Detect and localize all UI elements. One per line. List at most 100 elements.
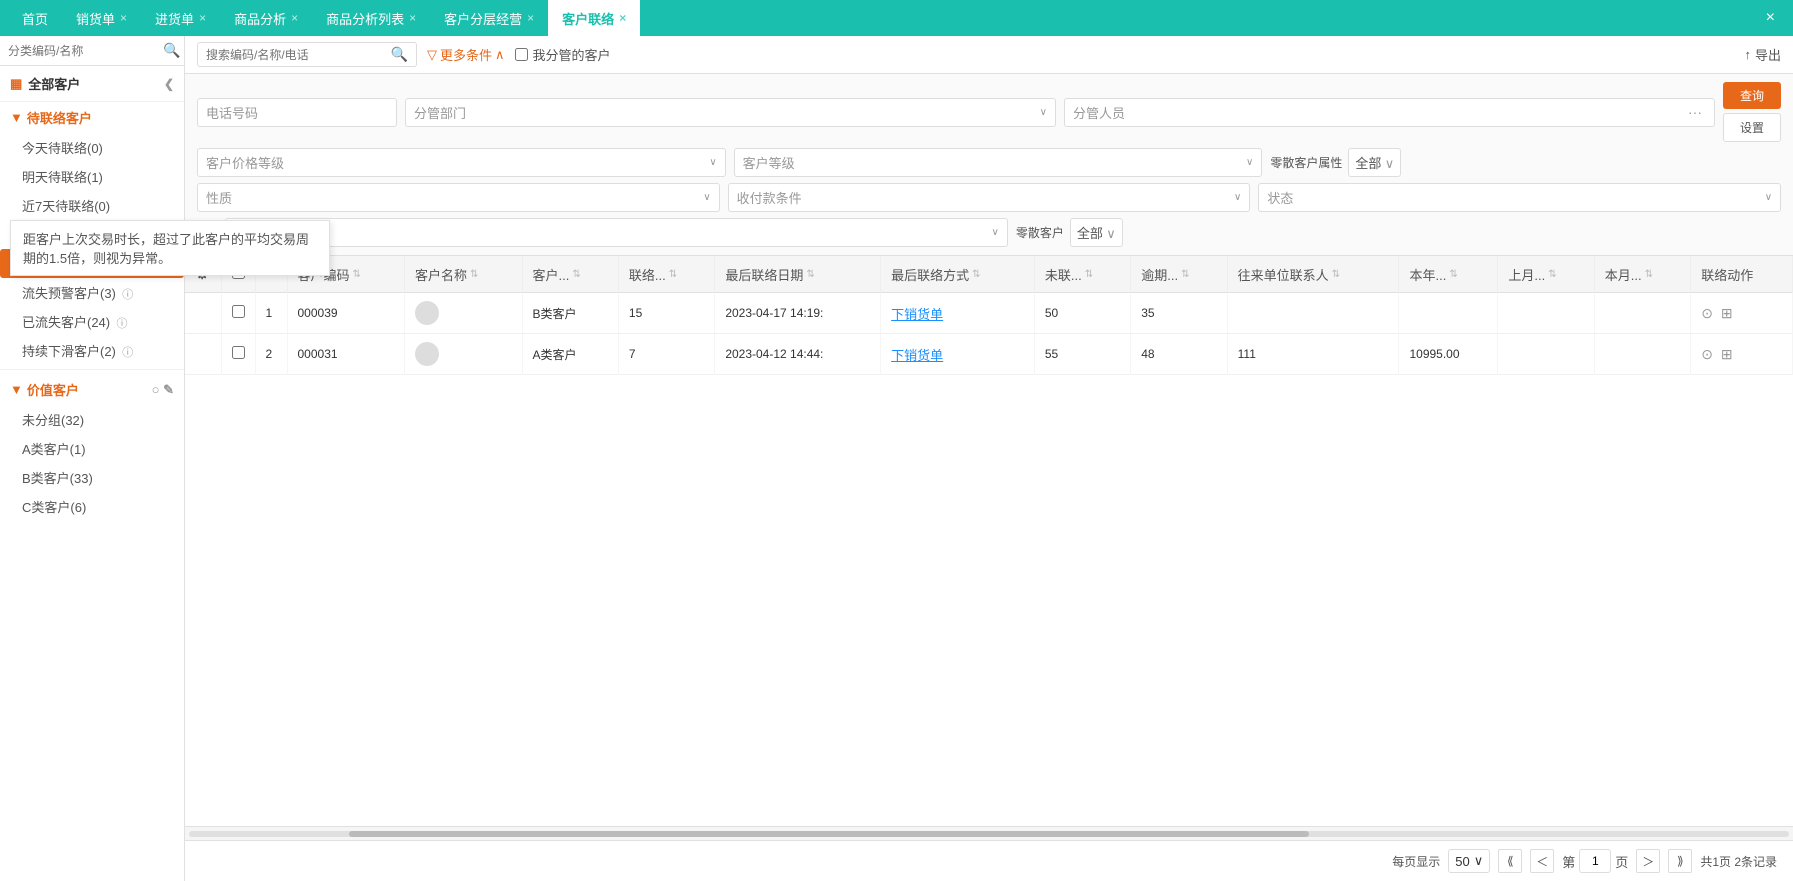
- filter-scatter-customer: 零散客户 全部 ∨: [1016, 218, 1781, 247]
- filter-dept[interactable]: 分管部门 ∨: [405, 98, 1056, 127]
- close-icon[interactable]: ×: [291, 11, 298, 25]
- info-icon2: ⓘ: [122, 289, 133, 301]
- sort-icon[interactable]: ⇅: [1181, 269, 1189, 280]
- close-icon-active[interactable]: ×: [619, 11, 626, 25]
- col-this-year: 本年... ⇅: [1399, 256, 1498, 293]
- sort-icon[interactable]: ⇅: [669, 269, 677, 280]
- filter-manager[interactable]: 分管人员 ···: [1064, 98, 1715, 127]
- nav-item-customer-tier[interactable]: 客户分层经营 ×: [430, 0, 548, 36]
- ellipsis-icon[interactable]: ···: [1684, 104, 1706, 120]
- nav-item-customer-contact[interactable]: 客户联络 ×: [548, 0, 640, 36]
- nav-item-home[interactable]: 首页: [8, 0, 62, 36]
- sort-icon[interactable]: ⇅: [972, 269, 980, 280]
- nav-item-purchase[interactable]: 进货单 ×: [141, 0, 220, 36]
- cell-last-method-2: 下销货单: [881, 334, 1035, 375]
- sort-icon[interactable]: ⇅: [1332, 269, 1340, 280]
- close-icon[interactable]: ×: [527, 11, 534, 25]
- close-icon[interactable]: ×: [199, 11, 206, 25]
- per-page-select[interactable]: 50 ∨: [1448, 849, 1490, 873]
- scroll-thumb[interactable]: [349, 831, 1309, 837]
- cell-index-1: 1: [255, 293, 287, 334]
- sort-icon[interactable]: ⇅: [1085, 269, 1093, 280]
- sidebar-item-7days[interactable]: 近7天待联络(0): [0, 191, 184, 220]
- sort-icon[interactable]: ⇅: [1449, 269, 1457, 280]
- my-customers-check[interactable]: 我分管的客户: [515, 45, 611, 64]
- filter-status[interactable]: 状态 ∨: [1258, 183, 1781, 212]
- tooltip-box: 距客户上次交易时长，超过了此客户的平均交易周期的1.5倍，则视为异常。: [10, 220, 185, 276]
- contact-method-link-1[interactable]: 下销货单: [891, 307, 943, 322]
- next-page-btn[interactable]: ＞: [1636, 849, 1660, 873]
- sort-icon[interactable]: ⇅: [353, 269, 361, 280]
- first-page-btn[interactable]: ⟪: [1498, 849, 1522, 873]
- sidebar-item-churn-warning[interactable]: 流失预警客户(3) ⓘ: [0, 278, 184, 307]
- contact-icon-1[interactable]: ⊙: [1701, 305, 1713, 322]
- filter-row-3: 性质 ∨ 收付款条件 ∨ 状态 ∨: [197, 183, 1781, 212]
- last-page-btn[interactable]: ⟫: [1668, 849, 1692, 873]
- export-button[interactable]: ↑ 导出: [1744, 45, 1781, 64]
- sidebar-pending-section[interactable]: ▼ 待联络客户: [0, 102, 184, 133]
- filter-nature[interactable]: 性质 ∨: [197, 183, 720, 212]
- nav-item-sales[interactable]: 销货单 ×: [62, 0, 141, 36]
- sort-icon[interactable]: ⇅: [806, 269, 814, 280]
- close-icon[interactable]: ×: [409, 11, 416, 25]
- sidebar-b-class[interactable]: B类客户(33): [0, 463, 184, 492]
- sidebar-search-wrap: 🔍: [0, 36, 184, 66]
- filter-payment[interactable]: 收付款条件 ∨: [728, 183, 1251, 212]
- sidebar-search-input[interactable]: [8, 44, 163, 58]
- content-area: 🔍 ▽ 更多条件 ∧ 我分管的客户 ↑ 导出 电话号码: [185, 36, 1793, 881]
- sidebar-value-group[interactable]: ▼ 价值客户 ○ ✎: [0, 374, 184, 405]
- nav-item-product-list[interactable]: 商品分析列表 ×: [312, 0, 430, 36]
- filter-price-tier[interactable]: 客户价格等级 ∨: [197, 148, 726, 177]
- more-icon-2[interactable]: ⊞: [1721, 346, 1733, 363]
- prev-page-btn[interactable]: ＜: [1530, 849, 1554, 873]
- cell-type-2: A类客户: [522, 334, 618, 375]
- cell-settings-1: [185, 293, 221, 334]
- sidebar-item-declining[interactable]: 持续下滑客户(2) ⓘ: [0, 336, 184, 365]
- filter-phone[interactable]: 电话号码: [197, 98, 397, 127]
- sidebar-item-tomorrow[interactable]: 明天待联络(1): [0, 162, 184, 191]
- edit-icons[interactable]: ○ ✎: [152, 382, 174, 398]
- sidebar-all-customers[interactable]: ▦ 全部客户 ❮: [0, 66, 184, 102]
- sidebar-ungroup[interactable]: 未分组(32): [0, 405, 184, 434]
- scatter-customer-select[interactable]: 全部 ∨: [1070, 218, 1123, 247]
- sort-icon[interactable]: ⇅: [470, 269, 478, 280]
- window-close-button[interactable]: ×: [1756, 9, 1785, 27]
- contact-method-link-2[interactable]: 下销货单: [891, 348, 943, 363]
- horizontal-scrollbar[interactable]: [185, 826, 1793, 840]
- sidebar-collapse-btn[interactable]: ❮: [164, 77, 174, 91]
- more-icon-1[interactable]: ⊞: [1721, 305, 1733, 322]
- sidebar-c-class[interactable]: C类客户(6): [0, 492, 184, 521]
- close-icon[interactable]: ×: [120, 11, 127, 25]
- chevron-down-icon: ∨: [1234, 192, 1241, 203]
- nav-item-product-analysis[interactable]: 商品分析 ×: [220, 0, 312, 36]
- row-checkbox-1[interactable]: [232, 305, 245, 318]
- sidebar-item-today[interactable]: 今天待联络(0): [0, 133, 184, 162]
- sort-icon[interactable]: ⇅: [572, 269, 580, 280]
- filter-customer-type[interactable]: 客户类型 ∨: [225, 218, 1008, 247]
- filter-customer-tier[interactable]: 客户等级 ∨: [734, 148, 1263, 177]
- page-number-input[interactable]: [1579, 849, 1611, 873]
- scatter-attr-select[interactable]: 全部 ∨: [1348, 148, 1401, 177]
- top-nav: 首页 销货单 × 进货单 × 商品分析 × 商品分析列表 × 客户分层经营 × …: [0, 0, 1793, 36]
- sidebar-item-churned[interactable]: 已流失客户(24) ⓘ: [0, 307, 184, 336]
- sidebar-search-icon[interactable]: 🔍: [163, 42, 180, 59]
- query-button[interactable]: 查询: [1723, 82, 1781, 109]
- sort-icon[interactable]: ⇅: [1548, 269, 1556, 280]
- search-input[interactable]: [206, 48, 391, 62]
- col-name: 客户名称 ⇅: [405, 256, 523, 293]
- data-table-wrap: ⚙ 客户编码 ⇅: [185, 256, 1793, 826]
- chevron-down-icon: ∨: [1474, 853, 1484, 869]
- cell-type-1: B类客户: [522, 293, 618, 334]
- sidebar-a-class[interactable]: A类客户(1): [0, 434, 184, 463]
- sort-icon[interactable]: ⇅: [1645, 269, 1653, 280]
- chevron-down-icon: ∨: [992, 227, 999, 238]
- col-type: 客户... ⇅: [522, 256, 618, 293]
- search-icon[interactable]: 🔍: [391, 46, 408, 63]
- cell-year-1: [1399, 293, 1498, 334]
- row-checkbox-2[interactable]: [232, 346, 245, 359]
- more-conditions-btn[interactable]: ▽ 更多条件 ∧: [427, 45, 505, 64]
- contact-icon-2[interactable]: ⊙: [1701, 346, 1713, 363]
- col-uncontacted: 未联... ⇅: [1034, 256, 1130, 293]
- settings-button[interactable]: 设置: [1723, 113, 1781, 142]
- my-customers-checkbox[interactable]: [515, 48, 528, 61]
